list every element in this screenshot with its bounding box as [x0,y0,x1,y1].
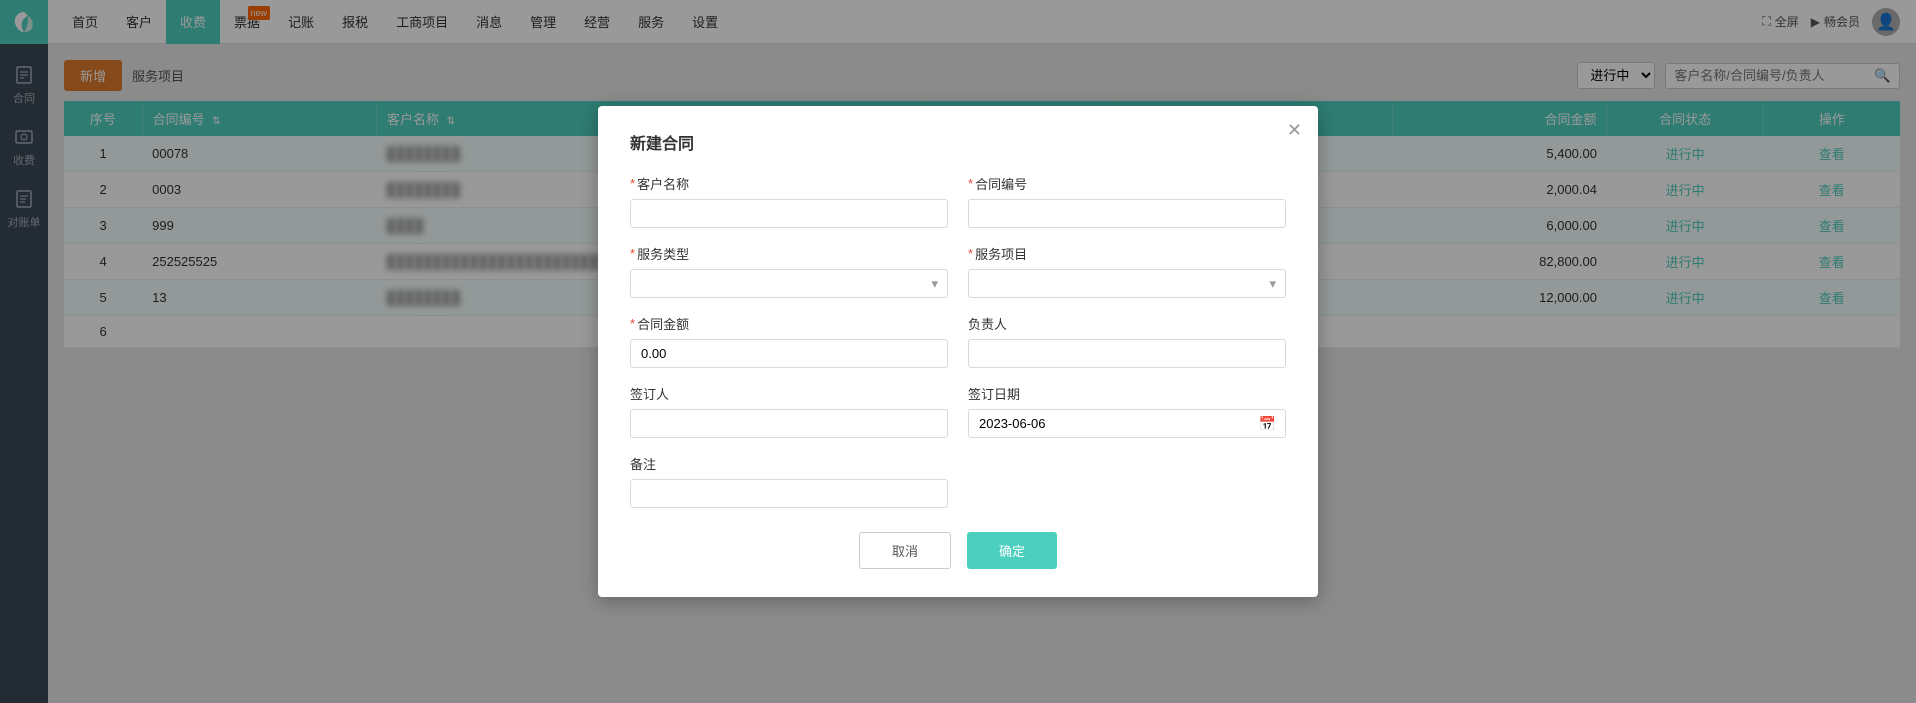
contract-no-label: * 合同编号 [968,174,1286,193]
customer-name-input[interactable] [630,199,948,228]
required-star-3: * [630,246,635,261]
sign-date-wrapper: 📅 [968,409,1286,438]
field-remark: 备注 [630,454,1286,508]
form-row-1: * 客户名称 * 合同编号 [630,174,1286,228]
required-star-5: * [630,316,635,331]
required-star-2: * [968,176,973,191]
contract-no-input[interactable] [968,199,1286,228]
signer-input[interactable] [630,409,948,438]
service-type-select[interactable] [630,269,948,298]
field-sign-date: 签订日期 📅 [968,384,1286,438]
signer-label: 签订人 [630,384,948,403]
form-row-2: * 服务类型 * 服务项目 [630,244,1286,298]
field-signer: 签订人 [630,384,948,438]
field-service-type: * 服务类型 [630,244,948,298]
modal-title: 新建合同 [630,130,1286,154]
service-item-wrapper [968,269,1286,298]
field-customer-name: * 客户名称 [630,174,948,228]
sign-date-label: 签订日期 [968,384,1286,403]
person-in-charge-label: 负责人 [968,314,1286,333]
modal-overlay: 新建合同 ✕ * 客户名称 * 合同编号 [0,0,1916,703]
form-row-3: * 合同金额 负责人 [630,314,1286,368]
confirm-button[interactable]: 确定 [967,532,1057,569]
remark-input[interactable] [630,479,948,508]
form-row-4: 签订人 签订日期 📅 [630,384,1286,438]
service-item-select[interactable] [968,269,1286,298]
required-star: * [630,176,635,191]
new-contract-modal: 新建合同 ✕ * 客户名称 * 合同编号 [598,106,1318,597]
field-service-item: * 服务项目 [968,244,1286,298]
sign-date-input[interactable] [968,409,1286,438]
contract-amount-input[interactable] [630,339,948,368]
service-item-label: * 服务项目 [968,244,1286,263]
remark-label: 备注 [630,454,1286,473]
contract-amount-label: * 合同金额 [630,314,948,333]
person-in-charge-input[interactable] [968,339,1286,368]
modal-footer: 取消 确定 [630,532,1286,569]
modal-close-button[interactable]: ✕ [1287,120,1302,141]
service-type-wrapper [630,269,948,298]
field-contract-no: * 合同编号 [968,174,1286,228]
form-row-5: 备注 [630,454,1286,508]
field-contract-amount: * 合同金额 [630,314,948,368]
customer-name-label: * 客户名称 [630,174,948,193]
cancel-button[interactable]: 取消 [859,532,951,569]
required-star-4: * [968,246,973,261]
field-person-in-charge: 负责人 [968,314,1286,368]
service-type-label: * 服务类型 [630,244,948,263]
